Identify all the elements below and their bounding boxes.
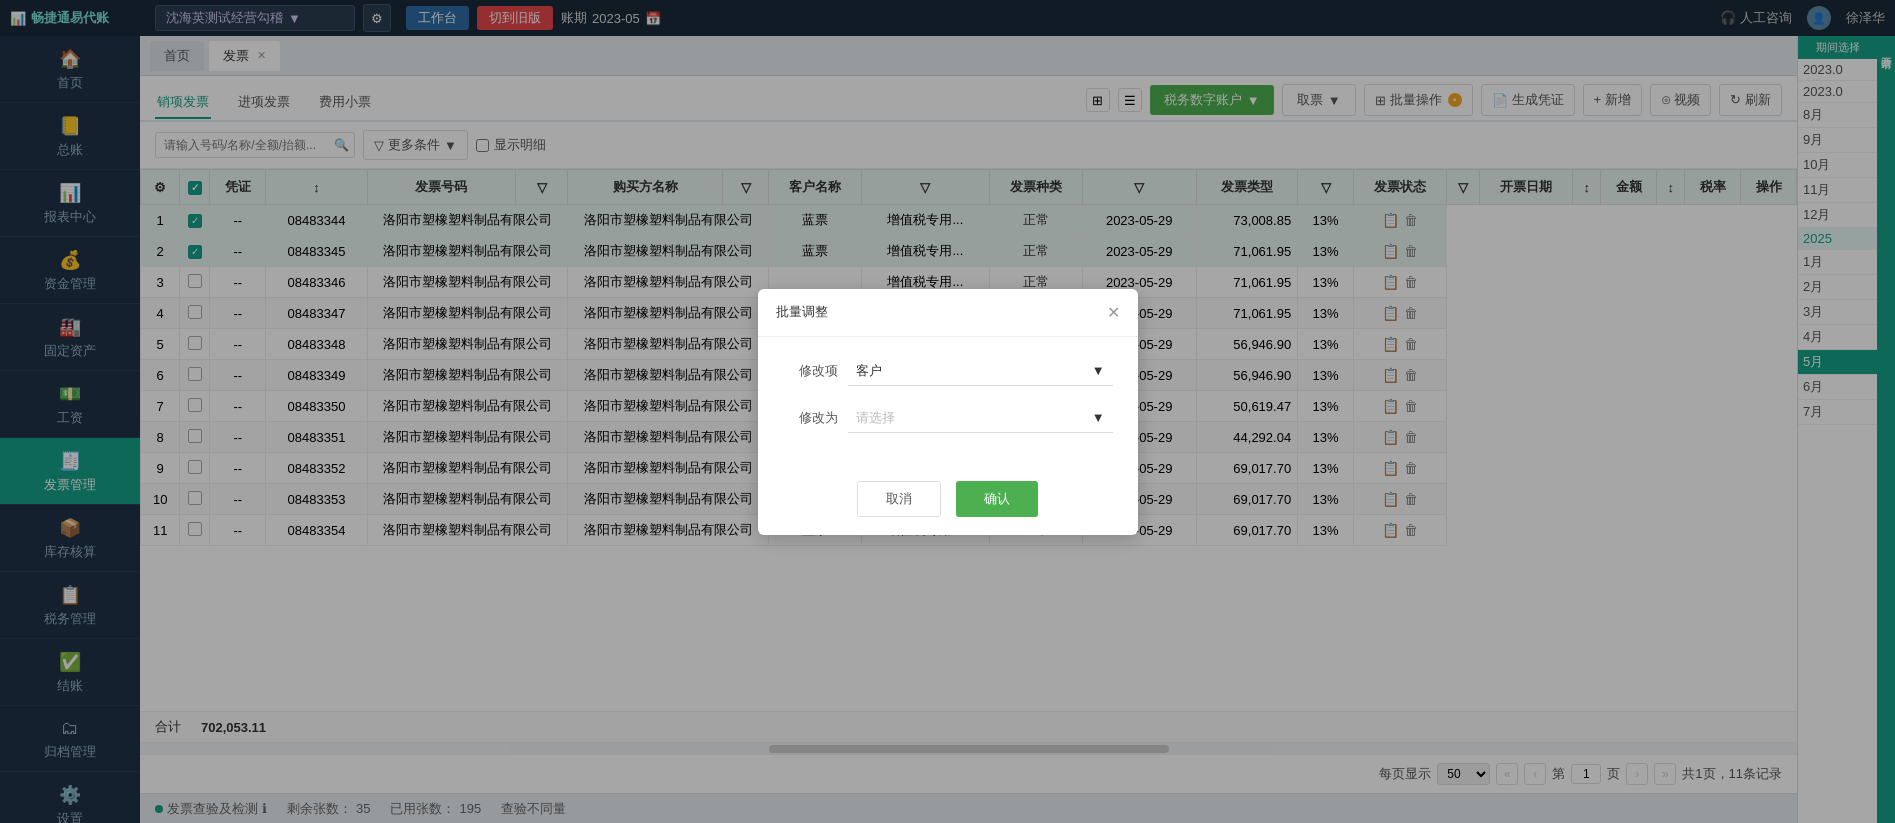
form-row-modify-field: 修改项 客户 ▼ (783, 357, 1113, 386)
modal-cancel-button[interactable]: 取消 (857, 481, 941, 517)
form-row-modify-to: 修改为 请选择 ▼ (783, 404, 1113, 433)
modal-header: 批量调整 ✕ (758, 289, 1138, 337)
chevron-down-icon: ▼ (1092, 410, 1105, 425)
modal-title: 批量调整 (776, 303, 828, 321)
modify-to-select[interactable]: 请选择 ▼ (848, 404, 1113, 433)
modify-to-placeholder: 请选择 (856, 409, 895, 427)
modify-field-select[interactable]: 客户 ▼ (848, 357, 1113, 386)
modify-field-label: 修改项 (783, 362, 838, 380)
modal-body: 修改项 客户 ▼ 修改为 请选择 ▼ (758, 337, 1138, 471)
chevron-down-icon: ▼ (1092, 363, 1105, 378)
modify-field-value: 客户 (856, 362, 882, 380)
modify-to-label: 修改为 (783, 409, 838, 427)
batch-adjust-modal: 批量调整 ✕ 修改项 客户 ▼ 修改为 请选择 ▼ 取消 确认 (758, 289, 1138, 535)
modal-confirm-button[interactable]: 确认 (956, 481, 1038, 517)
modal-overlay[interactable]: 批量调整 ✕ 修改项 客户 ▼ 修改为 请选择 ▼ 取消 确认 (0, 0, 1895, 823)
modal-close-button[interactable]: ✕ (1107, 303, 1120, 322)
modal-footer: 取消 确认 (758, 471, 1138, 535)
